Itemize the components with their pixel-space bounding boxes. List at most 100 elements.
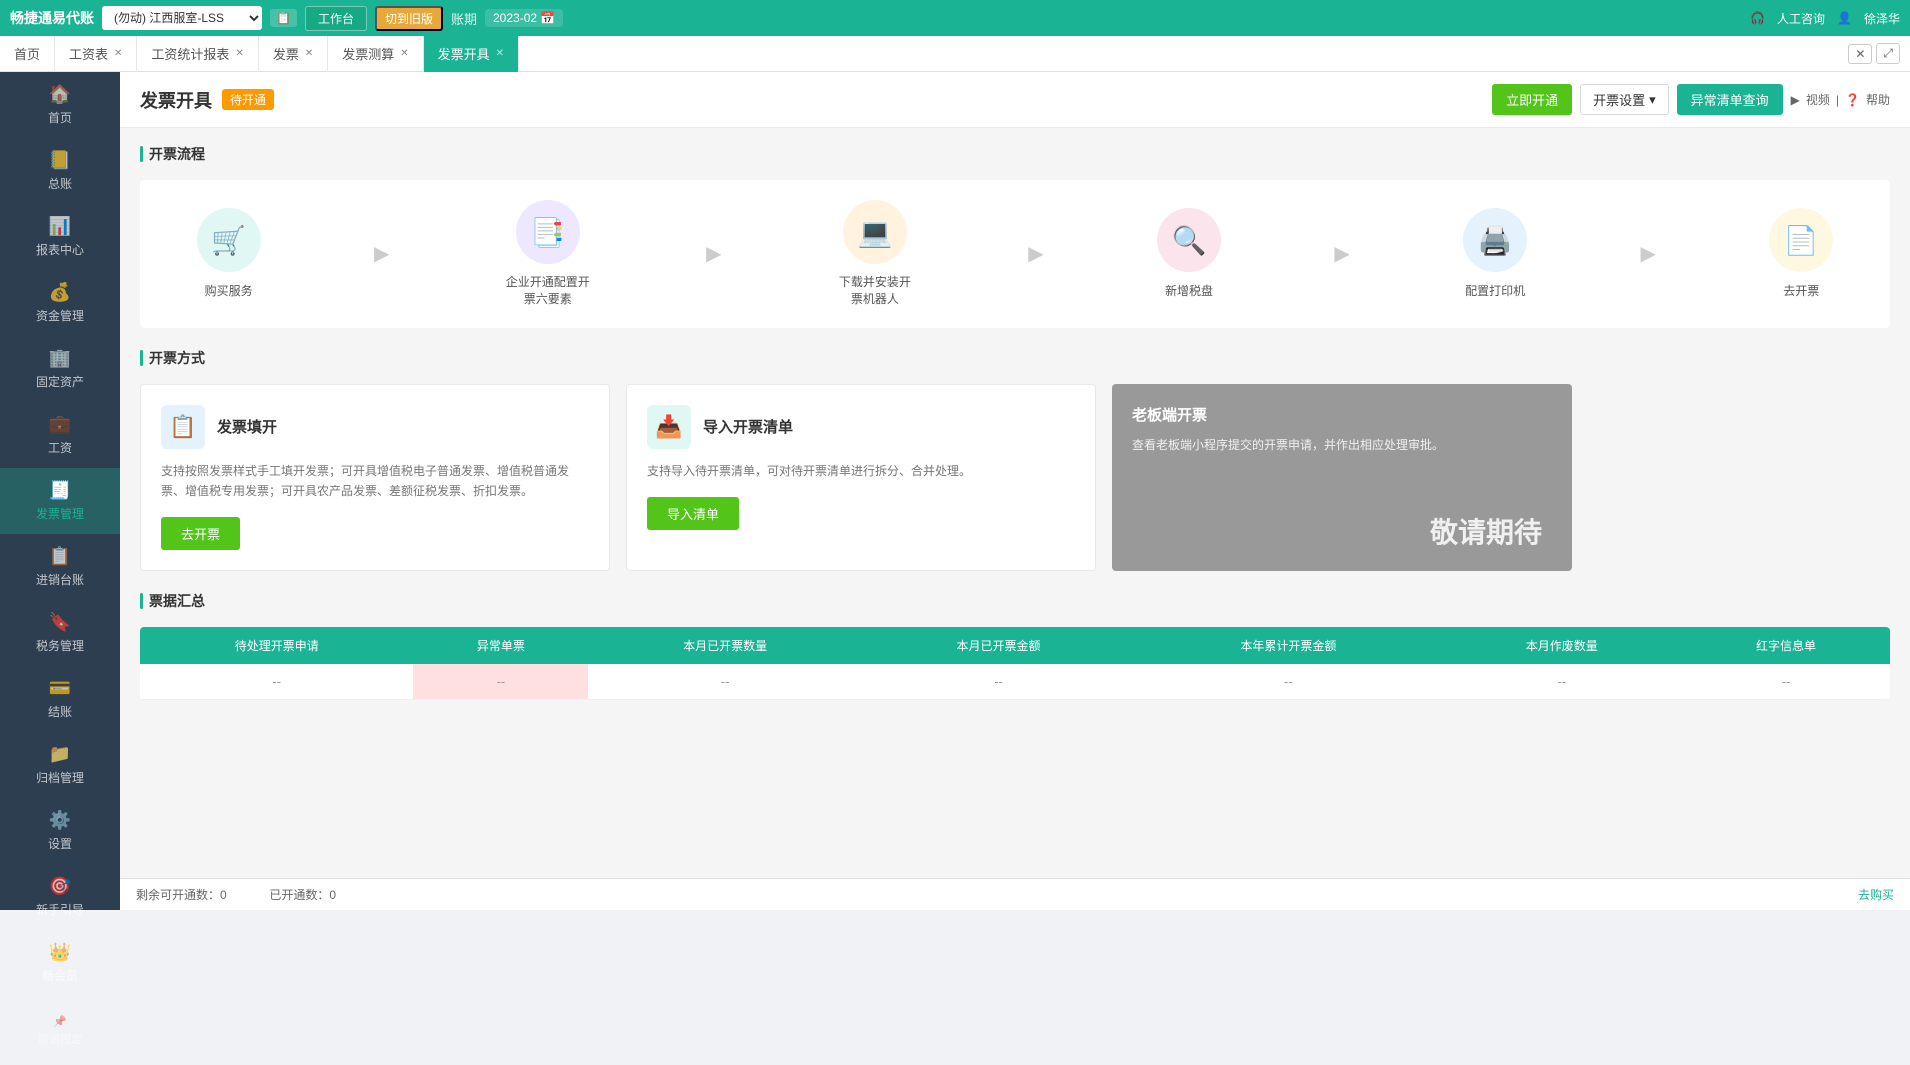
tab-invoice-tool[interactable]: 发票开具 ✕ <box>424 36 519 72</box>
workspace-button[interactable]: 工作台 <box>305 6 367 31</box>
copy-button[interactable]: 📋 <box>270 9 297 27</box>
tab-salary[interactable]: 工资表 ✕ <box>55 36 137 72</box>
sidebar-item-purchase[interactable]: 📋 进销台账 <box>0 534 120 600</box>
method2-header: 📥 导入开票清单 <box>647 405 1075 449</box>
nav-bar: 首页 工资表 ✕ 工资统计报表 ✕ 发票 ✕ 发票测算 ✕ 发票开具 ✕ ✕ ⤢ <box>0 36 1910 72</box>
remaining-label: 剩余可开通数：0 <box>136 888 227 902</box>
workflow-step-taxdisk[interactable]: 🔍 新增税盘 <box>1157 208 1221 299</box>
tab-invoice-close[interactable]: ✕ <box>305 48 313 59</box>
nav-bar-actions: ✕ ⤢ <box>1848 43 1910 64</box>
company-selector[interactable]: (勿动) 江西服室-LSS <box>102 6 262 30</box>
abnormal-query-button[interactable]: 异常清单查询 <box>1677 84 1783 115</box>
sidebar-item-assets-label: 固定资产 <box>36 373 84 390</box>
support-icon: 🎧 <box>1750 11 1765 25</box>
content-area: 发票开具 待开通 立即开通 开票设置 ▾ 异常清单查询 ▶ 视频 | ❓ 帮助 <box>120 72 1910 910</box>
workflow-arrow-1: ▶ <box>374 241 389 266</box>
sidebar-item-invoice-mgmt[interactable]: 🧾 发票管理 <box>0 468 120 534</box>
assets-icon: 🏢 <box>49 348 71 369</box>
printer-label: 配置打印机 <box>1465 282 1525 299</box>
ledger-icon: 📒 <box>49 150 71 171</box>
method2-btn[interactable]: 导入清单 <box>647 497 739 530</box>
tax-icon: 🔖 <box>49 612 71 633</box>
sidebar-item-reports[interactable]: 📊 报表中心 <box>0 204 120 270</box>
sidebar-footer: 📌 取消固定 <box>0 996 120 1065</box>
open-now-button[interactable]: 立即开通 <box>1492 84 1572 115</box>
page-actions: 立即开通 开票设置 ▾ 异常清单查询 ▶ 视频 | ❓ 帮助 <box>1492 84 1890 115</box>
top-bar: 畅捷通易代账 (勿动) 江西服室-LSS 📋 工作台 切到旧版 账期 2023-… <box>0 0 1910 36</box>
support-label[interactable]: 人工咨询 <box>1777 10 1825 27</box>
content-sections: 开票流程 🛒 购买服务 ▶ 📑 企业开通配置开票六要素 ▶ 💻 下载并安装开票机… <box>120 128 1910 878</box>
summary-header-4: 本年累计开票金额 <box>1135 627 1441 664</box>
summary-val-4: -- <box>1135 664 1441 700</box>
workflow-arrow-2: ▶ <box>706 241 721 266</box>
sidebar-item-ledger[interactable]: 📒 总账 <box>0 138 120 204</box>
sidebar-unpin[interactable]: 📌 取消固定 <box>0 1007 120 1055</box>
sidebar-item-reports-label: 报表中心 <box>36 241 84 258</box>
sidebar-item-home[interactable]: 🏠 首页 <box>0 72 120 138</box>
bottom-stats: 剩余可开通数：0 已开通数：0 <box>136 886 336 903</box>
summary-header-2: 本月已开票数量 <box>588 627 861 664</box>
summary-val-1: -- <box>413 664 588 700</box>
tab-invoice-calc[interactable]: 发票测算 ✕ <box>328 36 423 72</box>
resize-tab-btn[interactable]: ⤢ <box>1876 43 1900 64</box>
tab-home[interactable]: 首页 <box>0 36 55 72</box>
workflow-step-download[interactable]: 💻 下载并安装开票机器人 <box>835 200 915 308</box>
invoice-methods: 📋 发票填开 支持按照发票样式手工填开发票；可开具增值税电子普通发票、增值税普通… <box>140 384 1890 572</box>
method1-desc: 支持按照发票样式手工填开发票；可开具增值税电子普通发票、增值税普通发票、增值税专… <box>161 461 589 502</box>
purchase-icon: 📋 <box>49 546 71 567</box>
switch-old-button[interactable]: 切到旧版 <box>375 6 443 31</box>
settlement-icon: 💳 <box>49 678 71 699</box>
workflow-step-issue[interactable]: 📄 去开票 <box>1769 208 1833 299</box>
user-label[interactable]: 徐泽华 <box>1864 10 1900 27</box>
sidebar-item-funds[interactable]: 💰 资金管理 <box>0 270 120 336</box>
help-views-label[interactable]: 视频 <box>1806 91 1830 108</box>
workflow-arrow-4: ▶ <box>1334 241 1349 266</box>
summary-val-2: -- <box>588 664 861 700</box>
brand-logo: 畅捷通易代账 <box>10 8 94 28</box>
sidebar-item-member[interactable]: 👑 畅会员 <box>0 930 120 996</box>
invoice-mgmt-icon: 🧾 <box>49 480 71 501</box>
method1-btn[interactable]: 去开票 <box>161 517 240 550</box>
method-card-old-terminal: 老板端开票 查看老板端小程序提交的开票申请，并作出相应处理审批。 敬请期待 <box>1112 384 1572 572</box>
page-title: 发票开具 <box>140 87 212 113</box>
summary-header-5: 本月作废数量 <box>1442 627 1683 664</box>
sidebar-item-settings[interactable]: ⚙️ 设置 <box>0 798 120 864</box>
tab-salary-close[interactable]: ✕ <box>114 48 122 59</box>
sidebar-item-archive[interactable]: 📁 归档管理 <box>0 732 120 798</box>
sidebar-item-tax[interactable]: 🔖 税务管理 <box>0 600 120 666</box>
buy-link[interactable]: 去购买 <box>1858 886 1894 903</box>
sidebar-item-assets[interactable]: 🏢 固定资产 <box>0 336 120 402</box>
sidebar-item-guide[interactable]: 🎯 新手引导 <box>0 864 120 930</box>
method3-desc: 查看老板端小程序提交的开票申请，并作出相应处理审批。 <box>1132 435 1552 455</box>
calendar-icon: 📅 <box>540 11 555 25</box>
workflow-step-printer[interactable]: 🖨️ 配置打印机 <box>1463 208 1527 299</box>
summary-header-1: 异常单票 <box>413 627 588 664</box>
summary-val-3: -- <box>862 664 1135 700</box>
top-bar-left: 畅捷通易代账 (勿动) 江西服室-LSS 📋 工作台 切到旧版 账期 2023-… <box>10 6 563 31</box>
salary-icon: 💼 <box>49 414 71 435</box>
sidebar-item-salary-label: 工资 <box>48 439 72 456</box>
unpin-label: 取消固定 <box>38 1031 82 1047</box>
tab-invoice-tool-close[interactable]: ✕ <box>496 48 504 59</box>
main-layout: 🏠 首页 📒 总账 📊 报表中心 💰 资金管理 🏢 固定资产 💼 工资 🧾 发票… <box>0 72 1910 910</box>
sidebar-item-salary[interactable]: 💼 工资 <box>0 402 120 468</box>
workflow-section-title: 开票流程 <box>140 144 1890 164</box>
settings-icon: ⚙️ <box>49 810 71 831</box>
close-tab-btn[interactable]: ✕ <box>1848 44 1872 64</box>
sidebar-item-settlement[interactable]: 💳 结账 <box>0 666 120 732</box>
setup-icon: 📑 <box>516 200 580 264</box>
tab-invoice[interactable]: 发票 ✕ <box>259 36 328 72</box>
tab-salary-report[interactable]: 工资统计报表 ✕ <box>137 36 258 72</box>
tab-invoice-calc-close[interactable]: ✕ <box>400 48 408 59</box>
open-settings-button[interactable]: 开票设置 ▾ <box>1580 84 1669 115</box>
help-label[interactable]: 帮助 <box>1866 91 1890 108</box>
workflow-step-buy[interactable]: 🛒 购买服务 <box>197 208 261 299</box>
tab-salary-report-close[interactable]: ✕ <box>235 48 243 59</box>
setup-label: 企业开通配置开票六要素 <box>503 274 593 308</box>
page-header: 发票开具 待开通 立即开通 开票设置 ▾ 异常清单查询 ▶ 视频 | ❓ 帮助 <box>120 72 1910 128</box>
issue-icon: 📄 <box>1769 208 1833 272</box>
issue-label: 去开票 <box>1783 282 1819 299</box>
opened-label: 已开通数：0 <box>269 888 336 902</box>
workflow-step-setup[interactable]: 📑 企业开通配置开票六要素 <box>503 200 593 308</box>
sidebar-item-home-label: 首页 <box>48 109 72 126</box>
